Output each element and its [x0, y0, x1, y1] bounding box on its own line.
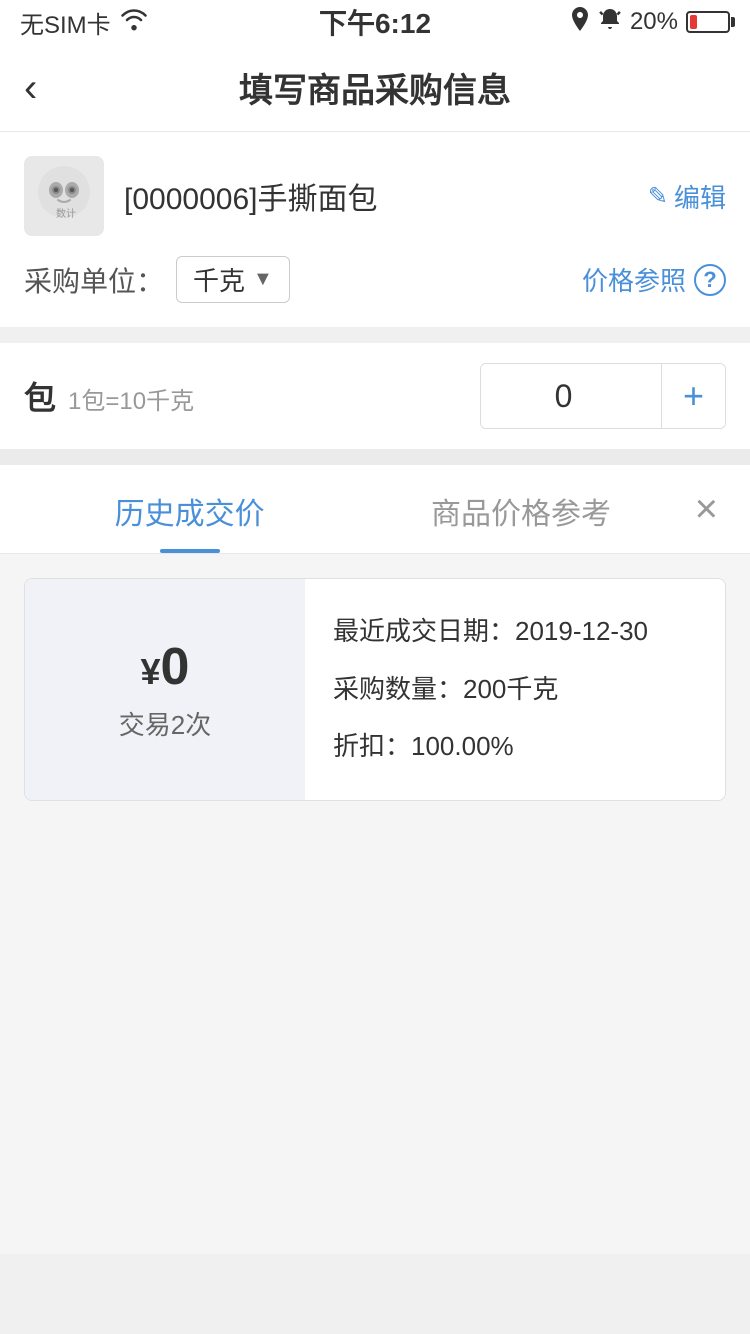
quantity-plus-button[interactable]: + — [661, 364, 725, 428]
price-ref-label: 价格参照 — [582, 261, 686, 298]
status-right: 20% — [570, 7, 730, 38]
purchase-qty-label: 采购数量： — [333, 674, 463, 704]
svg-text:数计: 数计 — [56, 207, 76, 220]
purchase-qty-row: 采购数量：200千克 — [333, 669, 697, 711]
purchase-qty-value: 200千克 — [463, 674, 558, 704]
battery-percent: 20% — [630, 8, 678, 36]
discount-label: 折扣： — [333, 731, 411, 761]
recent-date-row: 最近成交日期：2019-12-30 — [333, 611, 697, 653]
product-top-row: 数计 [0000006]手撕面包 ✎ 编辑 — [24, 156, 726, 236]
close-tab-button[interactable]: × — [687, 489, 726, 529]
history-trades: 交易2次 — [119, 705, 211, 742]
currency-symbol: ¥ — [141, 651, 161, 692]
status-bar: 无SIM卡 下午6:12 20% — [0, 0, 750, 44]
product-name: [0000006]手撕面包 — [124, 174, 377, 218]
history-details-section: 最近成交日期：2019-12-30 采购数量：200千克 折扣：100.00% — [305, 579, 725, 800]
alarm-icon — [598, 7, 622, 38]
bottom-area — [0, 854, 750, 1254]
edit-button[interactable]: ✎ 编辑 — [648, 178, 726, 215]
purchase-unit-left: 采购单位： 千克 ▼ — [24, 256, 290, 303]
history-price-display: ¥0 — [141, 637, 190, 697]
status-time: 下午6:12 — [319, 2, 431, 42]
unit-value: 千克 — [193, 261, 245, 298]
carrier-label: 无SIM卡 — [20, 5, 111, 40]
history-card: ¥0 交易2次 最近成交日期：2019-12-30 采购数量：200千克 折扣：… — [24, 578, 726, 801]
quantity-input[interactable] — [481, 364, 661, 428]
tabs-container: 历史成交价 商品价格参考 × — [0, 465, 750, 554]
quantity-conversion: 1包=10千克 — [68, 381, 194, 416]
quantity-unit: 包 — [24, 373, 56, 419]
recent-date-value: 2019-12-30 — [515, 616, 648, 646]
edit-icon: ✎ — [648, 182, 668, 211]
product-thumbnail: 数计 — [24, 156, 104, 236]
page-header: ‹ 填写商品采购信息 — [0, 44, 750, 132]
dropdown-arrow-icon: ▼ — [253, 268, 273, 291]
product-card: 数计 [0000006]手撕面包 ✎ 编辑 采购单位： 千克 ▼ 价格参照 — [0, 132, 750, 327]
recent-date-label: 最近成交日期： — [333, 616, 515, 646]
status-left: 无SIM卡 — [20, 5, 149, 40]
product-info: 数计 [0000006]手撕面包 — [24, 156, 377, 236]
quantity-row: 包 1包=10千克 + — [0, 343, 750, 449]
wifi-icon — [119, 7, 149, 38]
page-title: 填写商品采购信息 — [239, 63, 511, 112]
purchase-unit-row: 采购单位： 千克 ▼ 价格参照 ? — [24, 256, 726, 303]
location-icon — [570, 7, 590, 38]
section-divider — [0, 449, 750, 465]
product-logo: 数计 — [34, 162, 94, 231]
help-icon: ? — [694, 264, 726, 296]
tab-history-price[interactable]: 历史成交价 — [24, 465, 355, 553]
back-button[interactable]: ‹ — [24, 68, 37, 108]
history-content: ¥0 交易2次 最近成交日期：2019-12-30 采购数量：200千克 折扣：… — [0, 554, 750, 854]
battery-icon — [686, 11, 730, 33]
unit-dropdown[interactable]: 千克 ▼ — [176, 256, 290, 303]
tab-price-reference[interactable]: 商品价格参考 — [355, 465, 686, 553]
quantity-label: 包 1包=10千克 — [24, 373, 194, 419]
discount-value: 100.00% — [411, 731, 514, 761]
discount-row: 折扣：100.00% — [333, 726, 697, 768]
price-value: 0 — [161, 638, 190, 696]
purchase-unit-label: 采购单位： — [24, 260, 164, 300]
history-price-section: ¥0 交易2次 — [25, 579, 305, 800]
quantity-input-group: + — [480, 363, 726, 429]
price-reference-button[interactable]: 价格参照 ? — [582, 261, 726, 298]
